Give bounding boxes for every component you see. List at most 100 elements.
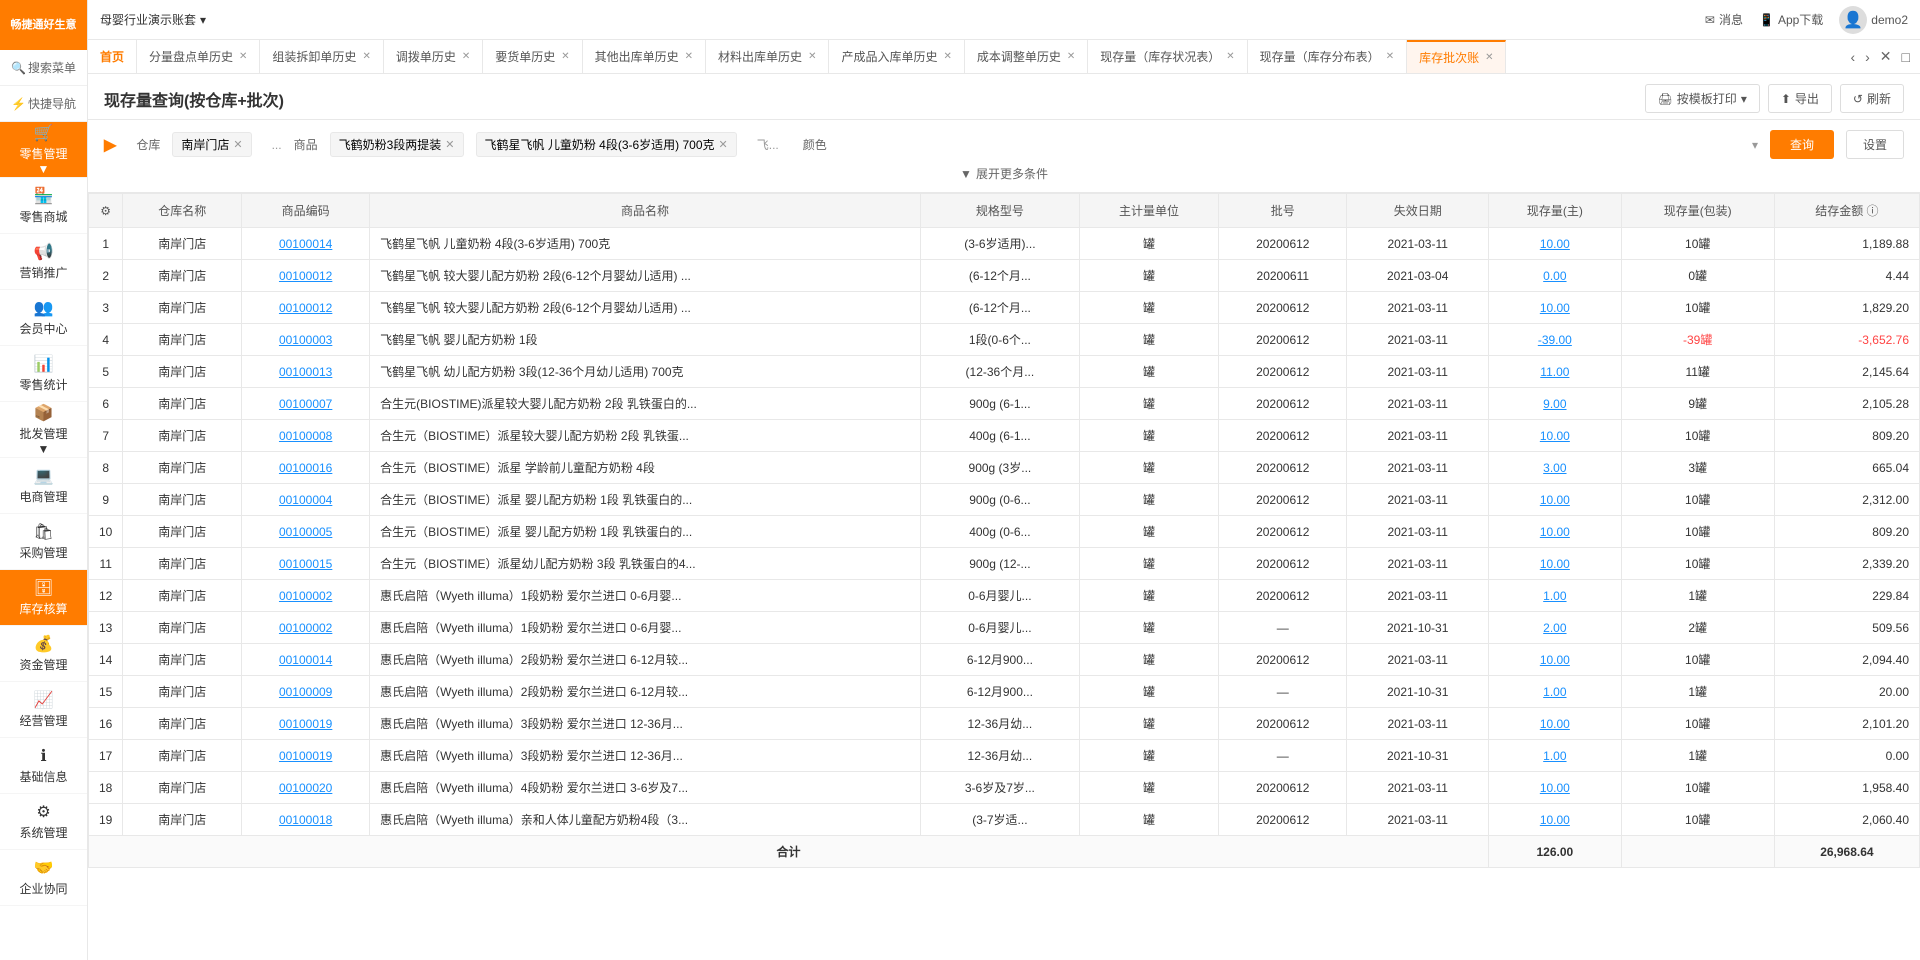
row-name[interactable]: 合生元（BIOSTIME）派星 婴儿配方奶粉 1段 乳铁蛋白的... bbox=[370, 484, 921, 516]
table-row[interactable]: 10 南岸门店 00100005 合生元（BIOSTIME）派星 婴儿配方奶粉 … bbox=[89, 516, 1920, 548]
row-qty-main[interactable]: 9.00 bbox=[1489, 388, 1622, 420]
row-code[interactable]: 00100003 bbox=[242, 324, 370, 356]
sidebar-search[interactable]: 🔍 搜索菜单 bbox=[0, 50, 87, 86]
table-row[interactable]: 8 南岸门店 00100016 合生元（BIOSTIME）派星 学龄前儿童配方奶… bbox=[89, 452, 1920, 484]
table-row[interactable]: 3 南岸门店 00100012 飞鹤星飞帆 较大婴儿配方奶粉 2段(6-12个月… bbox=[89, 292, 1920, 324]
goods-filter-tag-2[interactable]: 飞鹤星飞帆 儿童奶粉 4段(3-6岁适用) 700克 ✕ bbox=[476, 132, 737, 157]
tab-home[interactable]: 首页 bbox=[88, 40, 137, 74]
sidebar-item-member[interactable]: 👥 会员中心 bbox=[0, 290, 87, 346]
table-row[interactable]: 15 南岸门店 00100009 惠氏启陪（Wyeth illuma）2段奶粉 … bbox=[89, 676, 1920, 708]
table-row[interactable]: 17 南岸门店 00100019 惠氏启陪（Wyeth illuma）3段奶粉 … bbox=[89, 740, 1920, 772]
setting-btn[interactable]: 设置 bbox=[1846, 130, 1904, 159]
table-row[interactable]: 12 南岸门店 00100002 惠氏启陪（Wyeth illuma）1段奶粉 … bbox=[89, 580, 1920, 612]
table-row[interactable]: 5 南岸门店 00100013 飞鹤星飞帆 幼儿配方奶粉 3段(12-36个月幼… bbox=[89, 356, 1920, 388]
sidebar-item-operations[interactable]: 📈 经营管理 bbox=[0, 682, 87, 738]
row-name[interactable]: 合生元（BIOSTIME）派星幼儿配方奶粉 3段 乳铁蛋白的4... bbox=[370, 548, 921, 580]
row-code[interactable]: 00100005 bbox=[242, 516, 370, 548]
tab-close-10[interactable]: ✕ bbox=[1386, 51, 1394, 62]
row-name[interactable]: 惠氏启陪（Wyeth illuma）1段奶粉 爱尔兰进口 0-6月婴... bbox=[370, 580, 921, 612]
tab-scroll-right[interactable]: › bbox=[1861, 47, 1874, 67]
app-download-btn[interactable]: 📱 App下载 bbox=[1759, 11, 1823, 28]
refresh-btn[interactable]: ↺ 刷新 bbox=[1840, 84, 1904, 113]
row-name[interactable]: 合生元（BIOSTIME）派星较大婴儿配方奶粉 2段 乳铁蛋... bbox=[370, 420, 921, 452]
table-row[interactable]: 4 南岸门店 00100003 飞鹤星飞帆 婴儿配方奶粉 1段 1段(0-6个.… bbox=[89, 324, 1920, 356]
warehouse-filter-more[interactable]: ... bbox=[272, 138, 282, 152]
sidebar-item-finance[interactable]: 💰 资金管理 bbox=[0, 626, 87, 682]
goods-filter-more[interactable]: 飞... bbox=[757, 136, 779, 153]
goods-filter-tag-1[interactable]: 飞鹤奶粉3段两提装 ✕ bbox=[330, 132, 464, 157]
row-code[interactable]: 00100007 bbox=[242, 388, 370, 420]
sidebar-item-retail-stats[interactable]: 📊 零售统计 bbox=[0, 346, 87, 402]
row-code[interactable]: 00100004 bbox=[242, 484, 370, 516]
row-code[interactable]: 00100012 bbox=[242, 260, 370, 292]
expand-more-btn[interactable]: ▼ 展开更多条件 bbox=[960, 165, 1048, 182]
color-filter-dropdown[interactable]: ▾ bbox=[1752, 138, 1758, 152]
row-qty-main[interactable]: 1.00 bbox=[1489, 676, 1622, 708]
row-code[interactable]: 00100002 bbox=[242, 580, 370, 612]
row-name[interactable]: 惠氏启陪（Wyeth illuma）3段奶粉 爱尔兰进口 12-36月... bbox=[370, 740, 921, 772]
warehouse-filter-tag[interactable]: 南岸门店 ✕ bbox=[172, 132, 251, 157]
table-row[interactable]: 13 南岸门店 00100002 惠氏启陪（Wyeth illuma）1段奶粉 … bbox=[89, 612, 1920, 644]
row-name[interactable]: 合生元（BIOSTIME）派星 婴儿配方奶粉 1段 乳铁蛋白的... bbox=[370, 516, 921, 548]
row-code[interactable]: 00100016 bbox=[242, 452, 370, 484]
tab-stock-status[interactable]: 现存量（库存状况表） ✕ bbox=[1088, 40, 1247, 74]
sidebar-item-enterprise-collab[interactable]: 🤝 企业协同 bbox=[0, 850, 87, 906]
tab-inventory-count[interactable]: 分量盘点单历史 ✕ bbox=[137, 40, 260, 74]
sidebar-item-inventory[interactable]: 🗄 库存核算 bbox=[0, 570, 87, 626]
tab-close-1[interactable]: ✕ bbox=[239, 51, 247, 62]
row-qty-main[interactable]: 1.00 bbox=[1489, 740, 1622, 772]
table-row[interactable]: 18 南岸门店 00100020 惠氏启陪（Wyeth illuma）4段奶粉 … bbox=[89, 772, 1920, 804]
row-code[interactable]: 00100008 bbox=[242, 420, 370, 452]
tab-close-4[interactable]: ✕ bbox=[561, 51, 569, 62]
tab-close-7[interactable]: ✕ bbox=[943, 51, 951, 62]
row-qty-main[interactable]: 10.00 bbox=[1489, 644, 1622, 676]
warehouse-filter-remove[interactable]: ✕ bbox=[233, 138, 242, 151]
row-name[interactable]: 合生元(BIOSTIME)派星较大婴儿配方奶粉 2段 乳铁蛋白的... bbox=[370, 388, 921, 420]
tab-close-8[interactable]: ✕ bbox=[1067, 51, 1075, 62]
row-name[interactable]: 飞鹤星飞帆 婴儿配方奶粉 1段 bbox=[370, 324, 921, 356]
row-code[interactable]: 00100015 bbox=[242, 548, 370, 580]
export-btn[interactable]: ⬆ 导出 bbox=[1768, 84, 1832, 113]
row-code[interactable]: 00100020 bbox=[242, 772, 370, 804]
user-avatar[interactable]: 👤 demo2 bbox=[1839, 6, 1908, 34]
row-code[interactable]: 00100019 bbox=[242, 740, 370, 772]
row-name[interactable]: 惠氏启陪（Wyeth illuma）亲和人体儿童配方奶粉4段（3... bbox=[370, 804, 921, 836]
tab-product-in[interactable]: 产成品入库单历史 ✕ bbox=[829, 40, 964, 74]
row-code[interactable]: 00100018 bbox=[242, 804, 370, 836]
sidebar-item-retail-manage[interactable]: 🛒 零售管理 ▼ bbox=[0, 122, 87, 178]
table-row[interactable]: 19 南岸门店 00100018 惠氏启陪（Wyeth illuma）亲和人体儿… bbox=[89, 804, 1920, 836]
row-name[interactable]: 惠氏启陪（Wyeth illuma）2段奶粉 爱尔兰进口 6-12月较... bbox=[370, 644, 921, 676]
row-qty-main[interactable]: 10.00 bbox=[1489, 772, 1622, 804]
row-qty-main[interactable]: 10.00 bbox=[1489, 804, 1622, 836]
row-qty-main[interactable]: 1.00 bbox=[1489, 580, 1622, 612]
table-row[interactable]: 1 南岸门店 00100014 飞鹤星飞帆 儿童奶粉 4段(3-6岁适用) 70… bbox=[89, 228, 1920, 260]
table-row[interactable]: 16 南岸门店 00100019 惠氏启陪（Wyeth illuma）3段奶粉 … bbox=[89, 708, 1920, 740]
row-code[interactable]: 00100012 bbox=[242, 292, 370, 324]
goods-filter-remove-2[interactable]: ✕ bbox=[719, 138, 728, 151]
table-row[interactable]: 2 南岸门店 00100012 飞鹤星飞帆 较大婴儿配方奶粉 2段(6-12个月… bbox=[89, 260, 1920, 292]
tab-stock-dist[interactable]: 现存量（库存分布表） ✕ bbox=[1248, 40, 1407, 74]
row-name[interactable]: 惠氏启陪（Wyeth illuma）2段奶粉 爱尔兰进口 6-12月较... bbox=[370, 676, 921, 708]
tab-close-all[interactable]: ✕ bbox=[1876, 46, 1896, 67]
query-btn[interactable]: 查询 bbox=[1770, 130, 1834, 159]
row-qty-main[interactable]: 10.00 bbox=[1489, 420, 1622, 452]
sidebar-item-ecommerce[interactable]: 💻 电商管理 bbox=[0, 458, 87, 514]
table-row[interactable]: 9 南岸门店 00100004 合生元（BIOSTIME）派星 婴儿配方奶粉 1… bbox=[89, 484, 1920, 516]
row-name[interactable]: 惠氏启陪（Wyeth illuma）4段奶粉 爱尔兰进口 3-6岁及7... bbox=[370, 772, 921, 804]
row-qty-main[interactable]: 11.00 bbox=[1489, 356, 1622, 388]
table-row[interactable]: 6 南岸门店 00100007 合生元(BIOSTIME)派星较大婴儿配方奶粉 … bbox=[89, 388, 1920, 420]
tab-requisition[interactable]: 要货单历史 ✕ bbox=[483, 40, 582, 74]
tab-close-11[interactable]: ✕ bbox=[1485, 52, 1493, 63]
sidebar-item-marketing[interactable]: 📢 营销推广 bbox=[0, 234, 87, 290]
tab-close-3[interactable]: ✕ bbox=[462, 51, 470, 62]
row-code[interactable]: 00100019 bbox=[242, 708, 370, 740]
print-btn[interactable]: 🖨 按模板打印 ▾ bbox=[1645, 84, 1760, 113]
tab-close-6[interactable]: ✕ bbox=[808, 51, 816, 62]
sidebar-item-system[interactable]: ⚙ 系统管理 bbox=[0, 794, 87, 850]
row-qty-main[interactable]: 10.00 bbox=[1489, 548, 1622, 580]
row-qty-main[interactable]: 10.00 bbox=[1489, 228, 1622, 260]
row-code[interactable]: 00100002 bbox=[242, 612, 370, 644]
tab-close-2[interactable]: ✕ bbox=[362, 51, 370, 62]
row-name[interactable]: 惠氏启陪（Wyeth illuma）3段奶粉 爱尔兰进口 12-36月... bbox=[370, 708, 921, 740]
row-name[interactable]: 飞鹤星飞帆 较大婴儿配方奶粉 2段(6-12个月婴幼儿适用) ... bbox=[370, 292, 921, 324]
